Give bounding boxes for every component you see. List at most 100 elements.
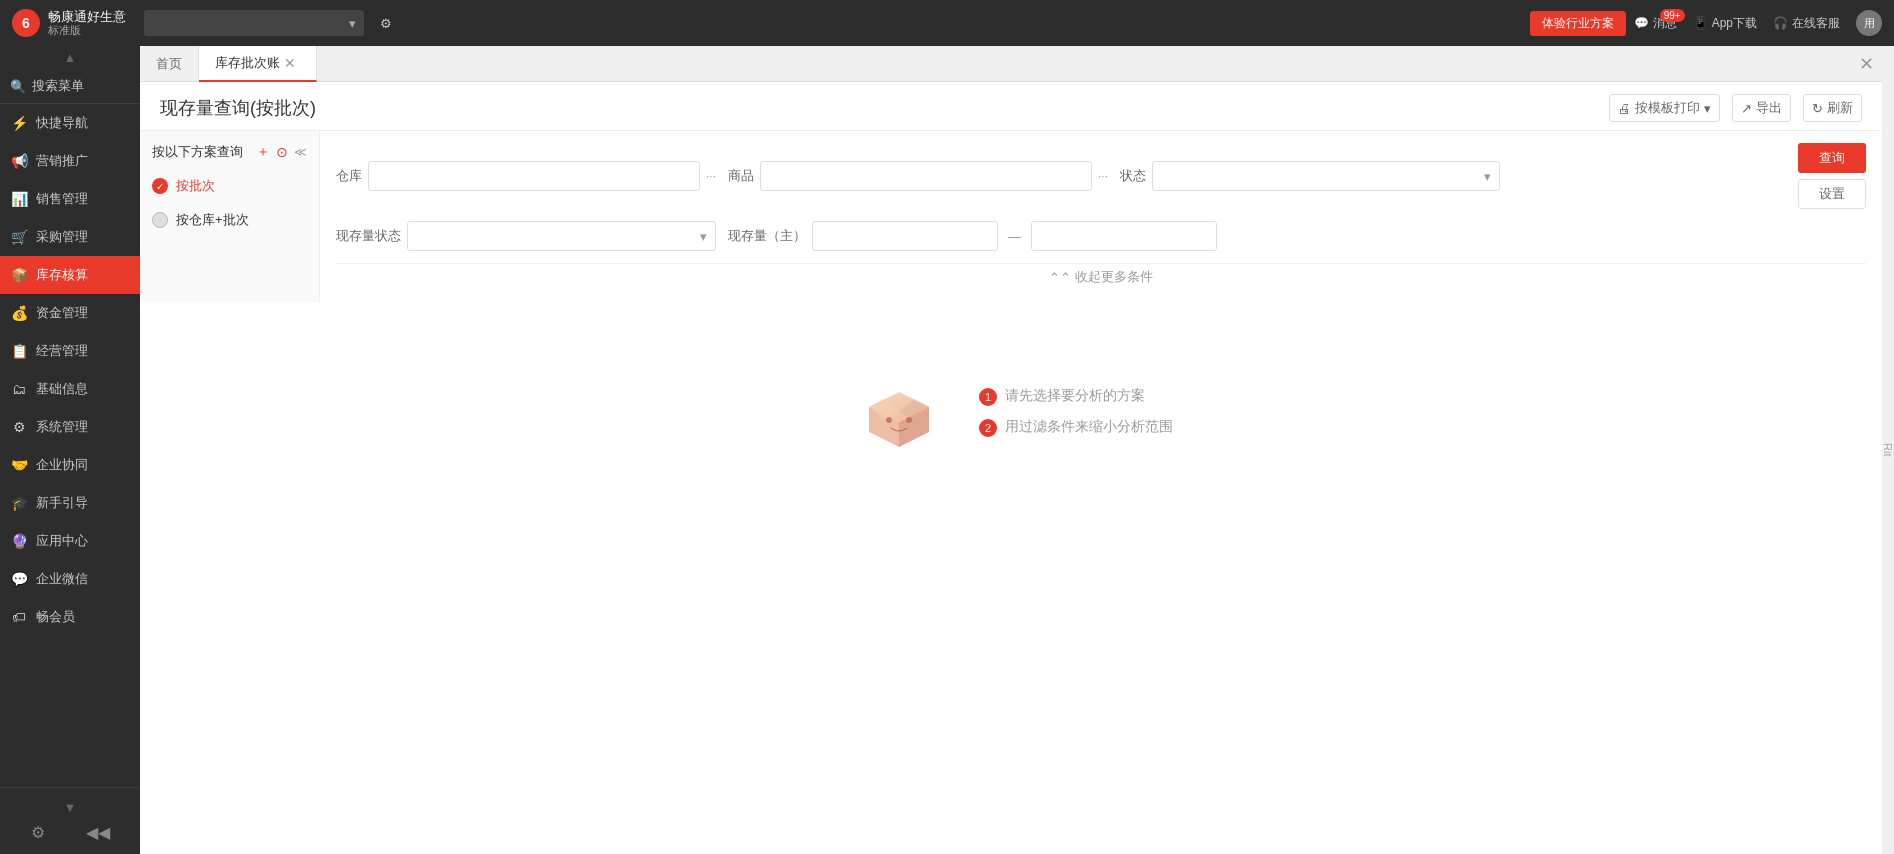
top-actions: 💬 消息 99+ 📱 App下载 🎧 在线客服 用 bbox=[1634, 10, 1882, 36]
filter-row-2: 现存量状态 ▾ 现存量（主） — bbox=[336, 221, 1866, 251]
filter-field-warehouse: 仓库 ··· bbox=[336, 161, 716, 191]
product-input[interactable] bbox=[760, 161, 1092, 191]
tip-text-2: 用过滤条件来缩小分析范围 bbox=[1005, 418, 1173, 436]
top-search-bar[interactable]: ▾ bbox=[144, 10, 364, 36]
filter-scheme-title: 按以下方案查询 bbox=[152, 143, 243, 161]
tip-text-1: 请先选择要分析的方案 bbox=[1005, 387, 1145, 405]
sidebar-item-collab[interactable]: 🤝 企业协同 bbox=[0, 446, 140, 484]
collab-icon: 🤝 bbox=[10, 456, 28, 474]
stock-qty-to-input[interactable] bbox=[1031, 221, 1217, 251]
add-scheme-icon[interactable]: ＋ bbox=[256, 143, 270, 161]
settings-icon[interactable]: ⚙ bbox=[31, 823, 45, 842]
sidebar-item-member[interactable]: 🏷 畅会员 bbox=[0, 598, 140, 636]
tip-num-2: 2 bbox=[979, 419, 997, 437]
inventory-icon: 📦 bbox=[10, 266, 28, 284]
online-service-action[interactable]: 🎧 在线客服 bbox=[1773, 15, 1840, 32]
tab-home[interactable]: 首页 bbox=[140, 46, 199, 82]
tab-home-label: 首页 bbox=[156, 55, 182, 73]
tab-close-button[interactable]: ✕ bbox=[280, 56, 300, 70]
sidebar-search-label: 搜索菜单 bbox=[32, 77, 84, 95]
app-download-action[interactable]: 📱 App下载 bbox=[1693, 15, 1757, 32]
sidebar-item-basics[interactable]: 🗂 基础信息 bbox=[0, 370, 140, 408]
export-icon: ↗ bbox=[1741, 101, 1752, 116]
collapse-label: 收起更多条件 bbox=[1075, 268, 1153, 286]
service-icon: 🎧 bbox=[1773, 16, 1788, 30]
sidebar-item-purchase[interactable]: 🛒 采购管理 bbox=[0, 218, 140, 256]
sidebar-item-label: 销售管理 bbox=[36, 190, 88, 208]
page-title: 现存量查询(按批次) bbox=[160, 96, 316, 120]
print-dropdown-icon: ▾ bbox=[1704, 101, 1711, 116]
gear-icon-top[interactable]: ⚙ bbox=[380, 16, 392, 31]
main-layout: ▲ 🔍 搜索菜单 ⚡ 快捷导航 📢 营销推广 📊 销售管理 🛒 采购管理 📦 库… bbox=[0, 46, 1894, 854]
tab-bar-right: ✕ bbox=[1859, 53, 1882, 75]
settings-scheme-icon[interactable]: ⊙ bbox=[276, 144, 288, 160]
sidebar-search[interactable]: 🔍 搜索菜单 bbox=[0, 69, 140, 104]
user-avatar[interactable]: 用 bbox=[1856, 10, 1882, 36]
sidebar-item-marketing[interactable]: 📢 营销推广 bbox=[0, 142, 140, 180]
sidebar-scroll-down[interactable]: ▼ bbox=[0, 796, 140, 819]
empty-tip-2: 2 用过滤条件来缩小分析范围 bbox=[979, 418, 1173, 437]
filter-fields: 仓库 ··· 商品 ··· 状态 bbox=[320, 131, 1882, 302]
search-dropdown-icon[interactable]: ▾ bbox=[349, 16, 356, 31]
filter-scheme-header: 按以下方案查询 ＋ ⊙ ≪ bbox=[140, 143, 319, 169]
collapse-scheme-icon[interactable]: ≪ bbox=[294, 145, 307, 159]
filter-field-product: 商品 ··· bbox=[728, 161, 1108, 191]
messages-badge: 99+ bbox=[1660, 9, 1685, 22]
newbie-icon: 🎓 bbox=[10, 494, 28, 512]
scheme-dot-batch: ✓ bbox=[152, 178, 168, 194]
top-search-input[interactable] bbox=[152, 16, 345, 30]
messages-action[interactable]: 💬 消息 99+ bbox=[1634, 15, 1677, 32]
print-icon: 🖨 bbox=[1618, 101, 1631, 116]
finance-icon: 💰 bbox=[10, 304, 28, 322]
sidebar-item-operations[interactable]: 📋 经营管理 bbox=[0, 332, 140, 370]
sidebar-item-finance[interactable]: 💰 资金管理 bbox=[0, 294, 140, 332]
app-brand: 畅康通好生意 标准版 bbox=[48, 9, 126, 38]
quick-nav-icon: ⚡ bbox=[10, 114, 28, 132]
member-icon: 🏷 bbox=[10, 608, 28, 626]
page-content: 现存量查询(按批次) 🖨 按模板打印 ▾ ↗ 导出 ↻ 刷新 bbox=[140, 82, 1882, 854]
sidebar-item-inventory[interactable]: 📦 库存核算 bbox=[0, 256, 140, 294]
sidebar-item-quick-nav[interactable]: ⚡ 快捷导航 bbox=[0, 104, 140, 142]
export-button[interactable]: ↗ 导出 bbox=[1732, 94, 1791, 122]
product-more-icon[interactable]: ··· bbox=[1098, 169, 1108, 183]
sidebar-item-newbie[interactable]: 🎓 新手引导 bbox=[0, 484, 140, 522]
warehouse-input[interactable] bbox=[368, 161, 700, 191]
status-dropdown-icon: ▾ bbox=[1484, 169, 1491, 184]
marketing-icon: 📢 bbox=[10, 152, 28, 170]
sidebar-item-system[interactable]: ⚙ 系统管理 bbox=[0, 408, 140, 446]
filter-actions-right: 查询 设置 bbox=[1798, 143, 1866, 209]
filter-panel: 按以下方案查询 ＋ ⊙ ≪ ✓ 按批次 按仓库+批次 bbox=[140, 131, 1882, 302]
svg-point-5 bbox=[886, 417, 892, 423]
right-panel-hint[interactable]: Rit bbox=[1882, 46, 1894, 854]
collapse-icon[interactable]: ◀◀ bbox=[86, 823, 110, 842]
filter-scheme-panel: 按以下方案查询 ＋ ⊙ ≪ ✓ 按批次 按仓库+批次 bbox=[140, 131, 320, 302]
stock-status-select[interactable]: ▾ bbox=[407, 221, 716, 251]
filter-field-status: 状态 ▾ bbox=[1120, 161, 1500, 191]
sidebar-scroll-up[interactable]: ▲ bbox=[0, 46, 140, 69]
stock-qty-label: 现存量（主） bbox=[728, 227, 806, 245]
right-panel-label: Rit bbox=[1882, 443, 1894, 456]
collapse-more-btn[interactable]: ⌃⌃ 收起更多条件 bbox=[336, 263, 1866, 290]
scheme-item-warehouse-batch[interactable]: 按仓库+批次 bbox=[140, 203, 319, 237]
tab-inventory-batch-label: 库存批次账 bbox=[215, 54, 280, 72]
tab-bar: 首页 库存批次账 ✕ ✕ bbox=[140, 46, 1882, 82]
page-close-button[interactable]: ✕ bbox=[1859, 53, 1874, 75]
status-select[interactable]: ▾ bbox=[1152, 161, 1500, 191]
sidebar-item-wechat[interactable]: 💬 企业微信 bbox=[0, 560, 140, 598]
tab-inventory-batch[interactable]: 库存批次账 ✕ bbox=[199, 46, 317, 82]
settings-button[interactable]: 设置 bbox=[1798, 179, 1866, 209]
scheme-item-batch[interactable]: ✓ 按批次 bbox=[140, 169, 319, 203]
stock-qty-from-input[interactable] bbox=[812, 221, 998, 251]
sidebar-item-sales[interactable]: 📊 销售管理 bbox=[0, 180, 140, 218]
sidebar-item-label: 资金管理 bbox=[36, 304, 88, 322]
print-button[interactable]: 🖨 按模板打印 ▾ bbox=[1609, 94, 1720, 122]
refresh-button[interactable]: ↻ 刷新 bbox=[1803, 94, 1862, 122]
trial-button[interactable]: 体验行业方案 bbox=[1530, 11, 1626, 36]
warehouse-more-icon[interactable]: ··· bbox=[706, 169, 716, 183]
message-icon: 💬 bbox=[1634, 16, 1649, 30]
sidebar-item-label: 快捷导航 bbox=[36, 114, 88, 132]
sidebar-item-apps[interactable]: 🔮 应用中心 bbox=[0, 522, 140, 560]
sidebar-item-label: 畅会员 bbox=[36, 608, 75, 626]
stock-qty-dash: — bbox=[1004, 229, 1025, 244]
query-button[interactable]: 查询 bbox=[1798, 143, 1866, 173]
